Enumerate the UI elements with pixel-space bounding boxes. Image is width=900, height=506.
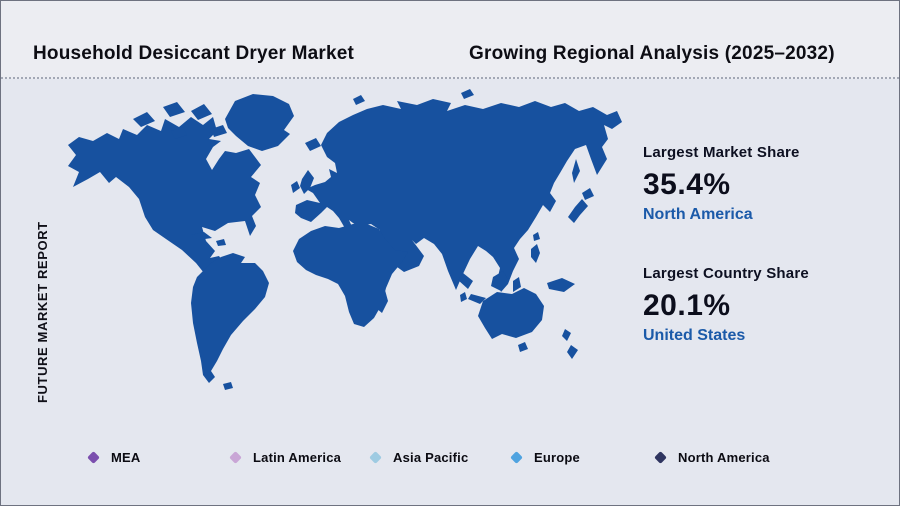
legend-item-mea: MEA <box>87 447 141 467</box>
stat-region: North America <box>643 206 753 223</box>
map-north-america <box>68 117 261 277</box>
header: Household Desiccant Dryer Market Growing… <box>1 1 899 79</box>
region-legend: MEA Latin America Asia Pacific Europe No… <box>1 447 899 469</box>
stat-region: United States <box>643 327 746 344</box>
legend-item-asia-pacific: Asia Pacific <box>369 447 469 467</box>
europe-diamond-icon <box>510 450 523 464</box>
legend-item-north-america: North America <box>654 447 770 467</box>
legend-label: Europe <box>534 449 580 465</box>
map-south-america <box>191 253 269 390</box>
page-title-right: Growing Regional Analysis (2025–2032) <box>469 43 835 64</box>
legend-label: Asia Pacific <box>393 449 469 465</box>
legend-label: MEA <box>111 449 141 465</box>
mea-diamond-icon <box>87 450 100 464</box>
stat-largest-country-share: Largest Country Share 20.1% United State… <box>643 265 893 345</box>
page-title-left: Household Desiccant Dryer Market <box>33 43 355 64</box>
world-map-svg <box>68 89 622 390</box>
stat-label: Largest Market Share <box>643 144 800 161</box>
map-australia <box>478 288 578 359</box>
legend-item-latin-america: Latin America <box>229 447 342 467</box>
stat-value: 20.1% <box>643 289 731 322</box>
north-america-diamond-icon <box>654 450 667 464</box>
stat-largest-market-share: Largest Market Share 35.4% North America <box>643 144 893 224</box>
infographic-frame: Household Desiccant Dryer Market Growing… <box>0 0 900 506</box>
stat-label: Largest Country Share <box>643 265 809 282</box>
legend-label: Latin America <box>253 449 342 465</box>
asia-pacific-diamond-icon <box>369 450 382 464</box>
legend-label: North America <box>678 449 770 465</box>
brand-vertical-text: FUTURE MARKET REPORT <box>35 221 50 403</box>
map-greenland <box>225 94 321 151</box>
stat-value: 35.4% <box>643 168 731 201</box>
latin-america-diamond-icon <box>229 450 242 464</box>
legend-item-europe: Europe <box>510 447 580 467</box>
world-map <box>63 87 638 407</box>
